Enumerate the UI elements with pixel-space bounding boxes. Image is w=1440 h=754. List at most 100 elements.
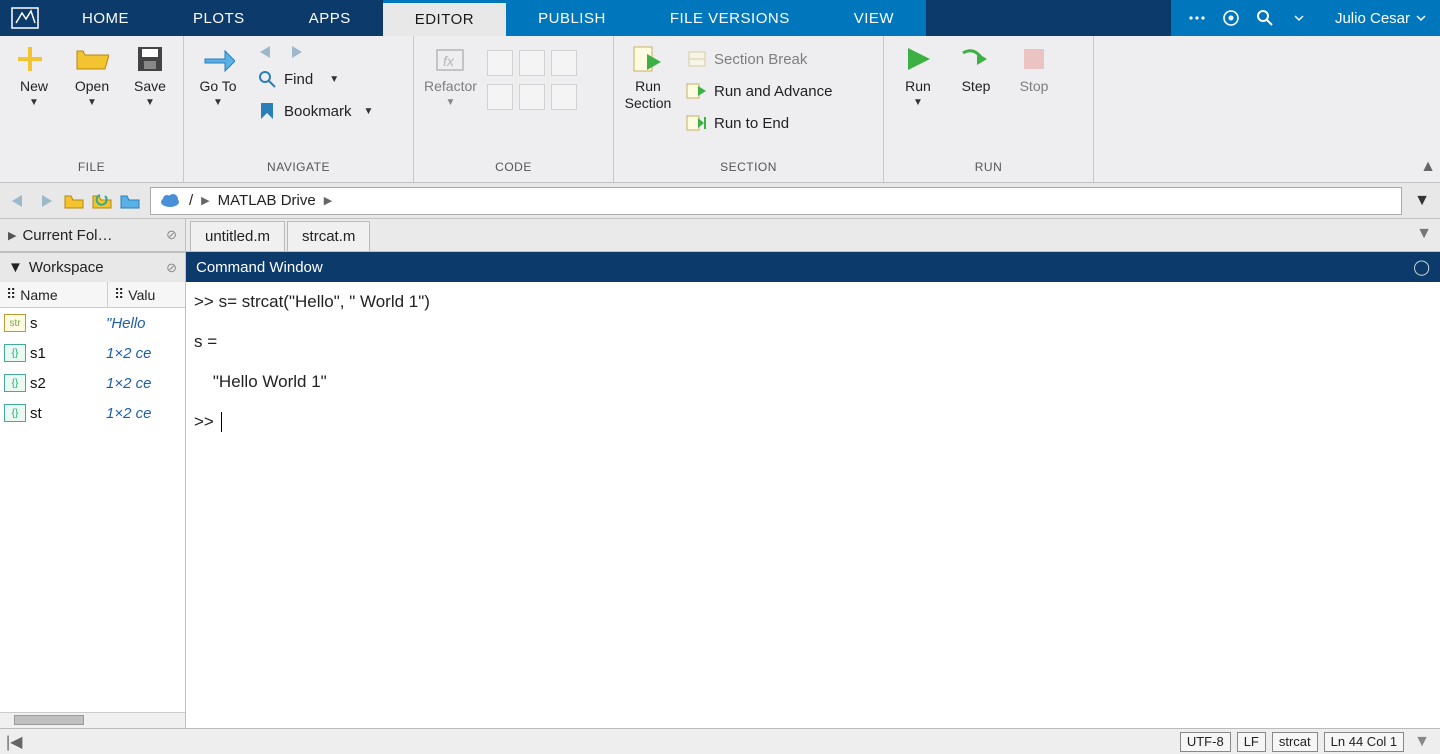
- status-caret-pos[interactable]: Ln 44 Col 1: [1324, 732, 1405, 752]
- chevron-down-icon: ▼: [29, 97, 39, 108]
- run-section-button[interactable]: Run Section: [624, 42, 672, 112]
- user-menu[interactable]: Julio Cesar: [1321, 10, 1426, 27]
- svg-text:fx: fx: [443, 53, 455, 69]
- folder-browse-icon[interactable]: [118, 189, 142, 213]
- code-tool-icon-3[interactable]: [551, 50, 577, 76]
- status-function[interactable]: strcat: [1272, 732, 1318, 752]
- status-eol[interactable]: LF: [1237, 732, 1266, 752]
- workspace-rows: str s "Hello {} s1 1×2 ce {} s2 1×2 ce {…: [0, 308, 185, 712]
- nav-back-icon[interactable]: [6, 189, 30, 213]
- workspace-panel: ⠿Name ⠿Valu str s "Hello {} s1 1×2 ce {}…: [0, 282, 186, 728]
- panel-close-icon[interactable]: ⊘: [166, 227, 177, 243]
- save-icon: [133, 42, 167, 76]
- ribbon-toolbar: New ▼ Open ▼ Save ▼ FILE Go To ▼: [0, 36, 1440, 183]
- code-tool-icon-2[interactable]: [519, 50, 545, 76]
- folder-open-icon: [75, 42, 109, 76]
- help-icon[interactable]: [1219, 6, 1243, 30]
- folder-refresh-icon[interactable]: [90, 189, 114, 213]
- nav-back-icon[interactable]: [256, 44, 276, 60]
- chevron-down-icon: ▼: [329, 74, 339, 85]
- breadcrumb-path[interactable]: / ▶ MATLAB Drive ▶: [150, 187, 1402, 215]
- cloud-icon: [159, 193, 181, 209]
- nav-forward-icon[interactable]: [34, 189, 58, 213]
- tabs-options-icon[interactable]: ▼: [1416, 225, 1432, 243]
- section-break-button[interactable]: Section Break: [682, 46, 836, 72]
- path-dropdown-icon[interactable]: ▼: [1410, 192, 1434, 210]
- tab-view[interactable]: VIEW: [822, 0, 926, 36]
- new-button[interactable]: New ▼: [10, 42, 58, 108]
- group-label-run: RUN: [884, 160, 1093, 182]
- workspace-item[interactable]: {} s1 1×2 ce: [0, 338, 185, 368]
- search-dropdown-icon[interactable]: [1287, 6, 1311, 30]
- tab-publish[interactable]: PUBLISH: [506, 0, 638, 36]
- status-encoding[interactable]: UTF-8: [1180, 732, 1231, 752]
- step-button[interactable]: Step: [952, 42, 1000, 95]
- top-tab-bar: HOME PLOTS APPS EDITOR PUBLISH FILE VERS…: [0, 0, 1440, 36]
- workspace-item[interactable]: {} s2 1×2 ce: [0, 368, 185, 398]
- goto-icon: [201, 42, 235, 76]
- code-tool-icon-1[interactable]: [487, 50, 513, 76]
- current-folder-title: Current Fol…: [22, 227, 112, 244]
- goto-button[interactable]: Go To ▼: [194, 42, 242, 108]
- code-tool-icon-4[interactable]: [487, 84, 513, 110]
- chevron-down-icon: ▼: [8, 259, 23, 276]
- current-folder-header[interactable]: ▶ Current Fol… ⊘: [0, 219, 186, 251]
- status-bar: |◀ UTF-8 LF strcat Ln 44 Col 1 ▼: [0, 728, 1440, 754]
- tab-file-versions[interactable]: FILE VERSIONS: [638, 0, 822, 36]
- chevron-down-icon: ▼: [87, 97, 97, 108]
- text-cursor: [221, 412, 222, 432]
- run-to-end-button[interactable]: Run to End: [682, 110, 836, 136]
- find-icon: [256, 68, 278, 90]
- workspace-item[interactable]: {} st 1×2 ce: [0, 398, 185, 428]
- workspace-hscrollbar[interactable]: [0, 712, 185, 728]
- code-tool-icon-6[interactable]: [551, 84, 577, 110]
- stop-button[interactable]: Stop: [1010, 42, 1058, 95]
- panel-options-icon[interactable]: ◯: [1413, 258, 1430, 276]
- breadcrumb-drive[interactable]: MATLAB Drive: [218, 192, 316, 209]
- user-name: Julio Cesar: [1335, 10, 1410, 27]
- workspace-item[interactable]: str s "Hello: [0, 308, 185, 338]
- chevron-down-icon: ▼: [446, 97, 456, 108]
- chevron-down-icon: ▼: [145, 97, 155, 108]
- run-section-icon: [631, 42, 665, 76]
- open-button[interactable]: Open ▼: [68, 42, 116, 108]
- find-button[interactable]: Find ▼: [252, 66, 377, 92]
- breadcrumb-root[interactable]: /: [189, 192, 193, 209]
- file-tab[interactable]: untitled.m: [190, 221, 285, 251]
- workspace-col-name[interactable]: ⠿Name: [0, 282, 108, 307]
- bookmark-icon: [256, 100, 278, 122]
- file-tab[interactable]: strcat.m: [287, 221, 370, 251]
- group-label-section: SECTION: [614, 160, 883, 182]
- status-menu-icon[interactable]: ▼: [1410, 733, 1434, 751]
- tab-home[interactable]: HOME: [50, 0, 161, 36]
- workspace-title: Workspace: [29, 259, 104, 276]
- search-icon[interactable]: [1253, 6, 1277, 30]
- chevron-right-icon: ▶: [324, 194, 332, 207]
- command-window[interactable]: >> s= strcat("Hello", " World 1") s = "H…: [186, 282, 1440, 728]
- workspace-header[interactable]: ▼ Workspace ⊘: [0, 252, 186, 282]
- panel-close-icon[interactable]: ⊘: [166, 260, 177, 276]
- chevron-right-icon: ▶: [201, 194, 209, 207]
- run-icon: [901, 42, 935, 76]
- tab-editor[interactable]: EDITOR: [383, 0, 506, 36]
- code-tool-icon-5[interactable]: [519, 84, 545, 110]
- goto-start-icon[interactable]: |◀: [6, 732, 22, 752]
- matlab-logo-icon: [0, 0, 50, 36]
- tab-plots[interactable]: PLOTS: [161, 0, 277, 36]
- cell-var-icon: {}: [4, 374, 26, 392]
- ribbon-collapse-icon[interactable]: ▲: [1416, 36, 1440, 182]
- run-button[interactable]: Run ▼: [894, 42, 942, 108]
- refactor-button[interactable]: fx Refactor ▼: [424, 42, 477, 108]
- command-window-title: Command Window: [196, 259, 323, 276]
- cell-var-icon: {}: [4, 344, 26, 362]
- folder-up-icon[interactable]: [62, 189, 86, 213]
- save-button[interactable]: Save ▼: [126, 42, 174, 108]
- section-break-icon: [686, 48, 708, 70]
- run-and-advance-button[interactable]: Run and Advance: [682, 78, 836, 104]
- bookmark-button[interactable]: Bookmark ▼: [252, 98, 377, 124]
- overflow-icon[interactable]: [1185, 6, 1209, 30]
- tab-apps[interactable]: APPS: [277, 0, 383, 36]
- workspace-col-value[interactable]: ⠿Valu: [108, 282, 185, 307]
- group-label-file: FILE: [0, 160, 183, 182]
- nav-fwd-icon[interactable]: [286, 44, 306, 60]
